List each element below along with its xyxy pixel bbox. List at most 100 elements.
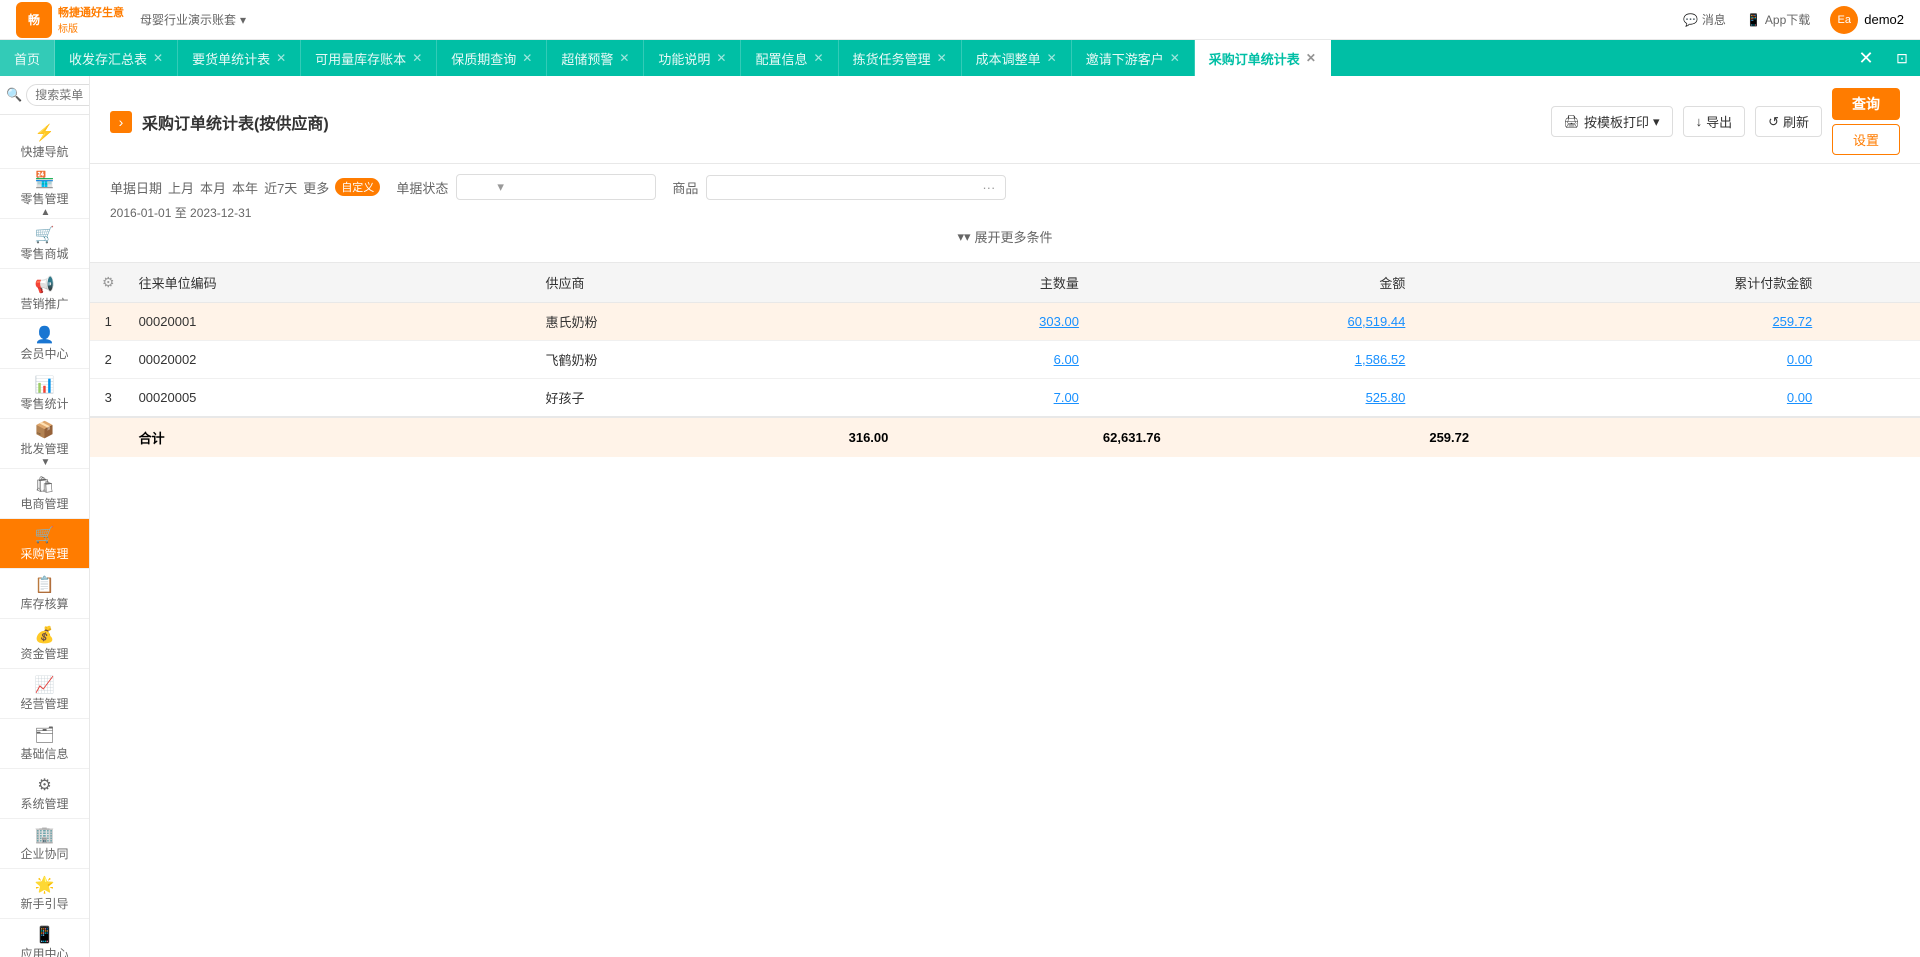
row3-paid[interactable]: 0.00 xyxy=(1417,379,1824,418)
sidebar-item-enterprise[interactable]: 🏢 企业协同 xyxy=(0,819,89,869)
tab-config-info-close[interactable]: ✕ xyxy=(814,51,824,65)
tab-cost-adjust-close[interactable]: ✕ xyxy=(1047,51,1057,65)
page-title: 采购订单统计表(按供应商) xyxy=(142,110,329,134)
table-area: ⚙ 往来单位编码 供应商 主数量 金额 累计付款金额 1 00020001 xyxy=(90,263,1920,957)
tab-goods-summary[interactable]: 要货单统计表 ✕ xyxy=(178,40,301,76)
goods-input[interactable]: ··· xyxy=(706,175,1006,200)
sidebar-item-finance[interactable]: 💰 资金管理 xyxy=(0,619,89,669)
settings-button[interactable]: 设置 xyxy=(1832,124,1900,155)
sidebar-item-system[interactable]: ⚙ 系统管理 xyxy=(0,769,89,819)
tab-restore-button[interactable]: ⊡ xyxy=(1884,40,1920,76)
tab-receive-summary-close[interactable]: ✕ xyxy=(153,51,163,65)
row1-unit-code: 00020001 xyxy=(127,303,534,341)
row3-amount[interactable]: 525.80 xyxy=(1091,379,1417,418)
query-button[interactable]: 查询 xyxy=(1832,88,1900,120)
expand-filters-button[interactable]: ▾▾ 展开更多条件 xyxy=(957,227,1052,246)
sidebar-item-retail-stats[interactable]: 📊 零售统计 xyxy=(0,369,89,419)
sidebar-item-retail[interactable]: 🏪 零售管理 ▲ xyxy=(0,169,89,219)
tab-receive-summary-label: 收发存汇总表 xyxy=(69,49,147,68)
date-shortcut-this-month[interactable]: 本月 xyxy=(200,178,226,197)
sidebar-item-basic[interactable]: 🗂 基础信息 xyxy=(0,719,89,769)
tab-warranty-close[interactable]: ✕ xyxy=(522,51,532,65)
refresh-button[interactable]: ↺ 刷新 xyxy=(1755,106,1822,137)
col-extra xyxy=(1824,263,1920,303)
header-actions: 🖨 按模板打印 ▾ ↓ 导出 ↺ 刷新 查询 设置 xyxy=(1551,88,1901,155)
tab-warranty[interactable]: 保质期查询 ✕ xyxy=(437,40,547,76)
tab-invite-customer-close[interactable]: ✕ xyxy=(1170,51,1180,65)
date-shortcut-7days[interactable]: 近7天 xyxy=(264,178,297,197)
tab-goods-summary-close[interactable]: ✕ xyxy=(276,51,286,65)
sidebar-item-retail-stats-label: 零售统计 xyxy=(20,395,68,412)
search-input[interactable] xyxy=(26,84,90,106)
tab-receive-summary[interactable]: 收发存汇总表 ✕ xyxy=(55,40,178,76)
row1-amount[interactable]: 60,519.44 xyxy=(1091,303,1417,341)
date-shortcut-more[interactable]: 更多 xyxy=(303,178,329,197)
tab-purchase-summary[interactable]: 采购订单统计表 ✕ xyxy=(1195,40,1331,76)
row1-quantity[interactable]: 303.00 xyxy=(837,303,1091,341)
tab-available-stock-close[interactable]: ✕ xyxy=(412,51,422,65)
row3-extra xyxy=(1824,379,1920,418)
quick-nav-button[interactable]: ⚡ 快捷导航 xyxy=(0,115,89,169)
logo-icon: 畅 xyxy=(16,2,52,38)
custom-date-badge[interactable]: 自定义 xyxy=(335,178,380,196)
row3-supplier: 好孩子 xyxy=(533,379,836,418)
footer-paid: 259.72 xyxy=(1417,417,1824,457)
sidebar-item-newbie[interactable]: 🌟 新手引导 xyxy=(0,869,89,919)
tab-available-stock[interactable]: 可用量库存账本 ✕ xyxy=(301,40,437,76)
date-shortcut-this-year[interactable]: 本年 xyxy=(232,178,258,197)
tab-invite-customer[interactable]: 邀请下游客户 ✕ xyxy=(1072,40,1195,76)
tab-overstock-close[interactable]: ✕ xyxy=(619,51,629,65)
tab-config-info[interactable]: 配置信息 ✕ xyxy=(741,40,838,76)
avatar: Ea xyxy=(1830,6,1858,34)
row3-quantity[interactable]: 7.00 xyxy=(837,379,1091,418)
sidebar-item-purchase[interactable]: 🛒 采购管理 xyxy=(0,519,89,569)
sidebar-item-marketing-label: 营销推广 xyxy=(20,295,68,312)
tab-cost-adjust[interactable]: 成本调整单 ✕ xyxy=(962,40,1072,76)
tab-function-desc-close[interactable]: ✕ xyxy=(716,51,726,65)
search-icon: 🔍 xyxy=(6,87,22,103)
sidebar-item-ecommerce-label: 电商管理 xyxy=(20,495,68,512)
row2-supplier: 飞鹤奶粉 xyxy=(533,341,836,379)
sidebar-item-inventory[interactable]: 📋 库存核算 xyxy=(0,569,89,619)
expand-down-icon: ▾▾ xyxy=(957,229,970,245)
logo-title: 畅捷通好生意 xyxy=(58,4,124,20)
export-button[interactable]: ↓ 导出 xyxy=(1683,106,1746,137)
tab-function-desc[interactable]: 功能说明 ✕ xyxy=(644,40,741,76)
print-button[interactable]: 🖨 按模板打印 ▾ xyxy=(1551,106,1673,137)
col-settings[interactable]: ⚙ xyxy=(90,263,127,303)
sidebar-item-ecommerce[interactable]: 🛍 电商管理 xyxy=(0,469,89,519)
tab-close-button[interactable]: ✕ xyxy=(1848,40,1884,76)
col-amount: 金额 xyxy=(1091,263,1417,303)
workspace-selector[interactable]: 母婴行业演示账套 ▾ xyxy=(140,11,246,28)
goods-filter-label: 商品 xyxy=(672,178,698,197)
logo-sub: 标版 xyxy=(58,20,124,35)
row1-paid[interactable]: 259.72 xyxy=(1417,303,1824,341)
sidebar-item-marketing[interactable]: 📢 营销推广 xyxy=(0,269,89,319)
tab-pick-task-close[interactable]: ✕ xyxy=(937,51,947,65)
sidebar-item-operation[interactable]: 📈 经营管理 xyxy=(0,669,89,719)
sidebar-item-app-center[interactable]: 📱 应用中心 xyxy=(0,919,89,957)
footer-extra xyxy=(1824,417,1920,457)
sidebar-toggle-button[interactable]: › xyxy=(110,111,132,133)
footer-quantity: 316.00 xyxy=(837,417,1091,457)
message-button[interactable]: 💬 消息 xyxy=(1683,11,1726,28)
user-menu[interactable]: Ea demo2 xyxy=(1830,6,1904,34)
tab-function-desc-label: 功能说明 xyxy=(658,49,710,68)
print-chevron-icon: ▾ xyxy=(1653,114,1660,130)
tab-home[interactable]: 首页 xyxy=(0,40,55,76)
tab-overstock[interactable]: 超储预警 ✕ xyxy=(547,40,644,76)
row1-extra xyxy=(1824,303,1920,341)
row2-amount[interactable]: 1,586.52 xyxy=(1091,341,1417,379)
footer-amount: 62,631.76 xyxy=(1091,417,1417,457)
row2-quantity[interactable]: 6.00 xyxy=(837,341,1091,379)
date-shortcut-last-month[interactable]: 上月 xyxy=(168,178,194,197)
sidebar-item-membership[interactable]: 👤 会员中心 xyxy=(0,319,89,369)
sidebar-item-retail-shop[interactable]: 🛒 零售商城 xyxy=(0,219,89,269)
app-download-button[interactable]: 📱 App下载 xyxy=(1746,11,1810,28)
sidebar-item-wholesale[interactable]: 📦 批发管理 ▼ xyxy=(0,419,89,469)
sidebar-item-enterprise-label: 企业协同 xyxy=(20,845,68,862)
tab-pick-task[interactable]: 拣货任务管理 ✕ xyxy=(839,40,962,76)
status-select[interactable]: ▾ xyxy=(456,174,656,200)
row2-paid[interactable]: 0.00 xyxy=(1417,341,1824,379)
tab-purchase-summary-close[interactable]: ✕ xyxy=(1306,51,1316,65)
